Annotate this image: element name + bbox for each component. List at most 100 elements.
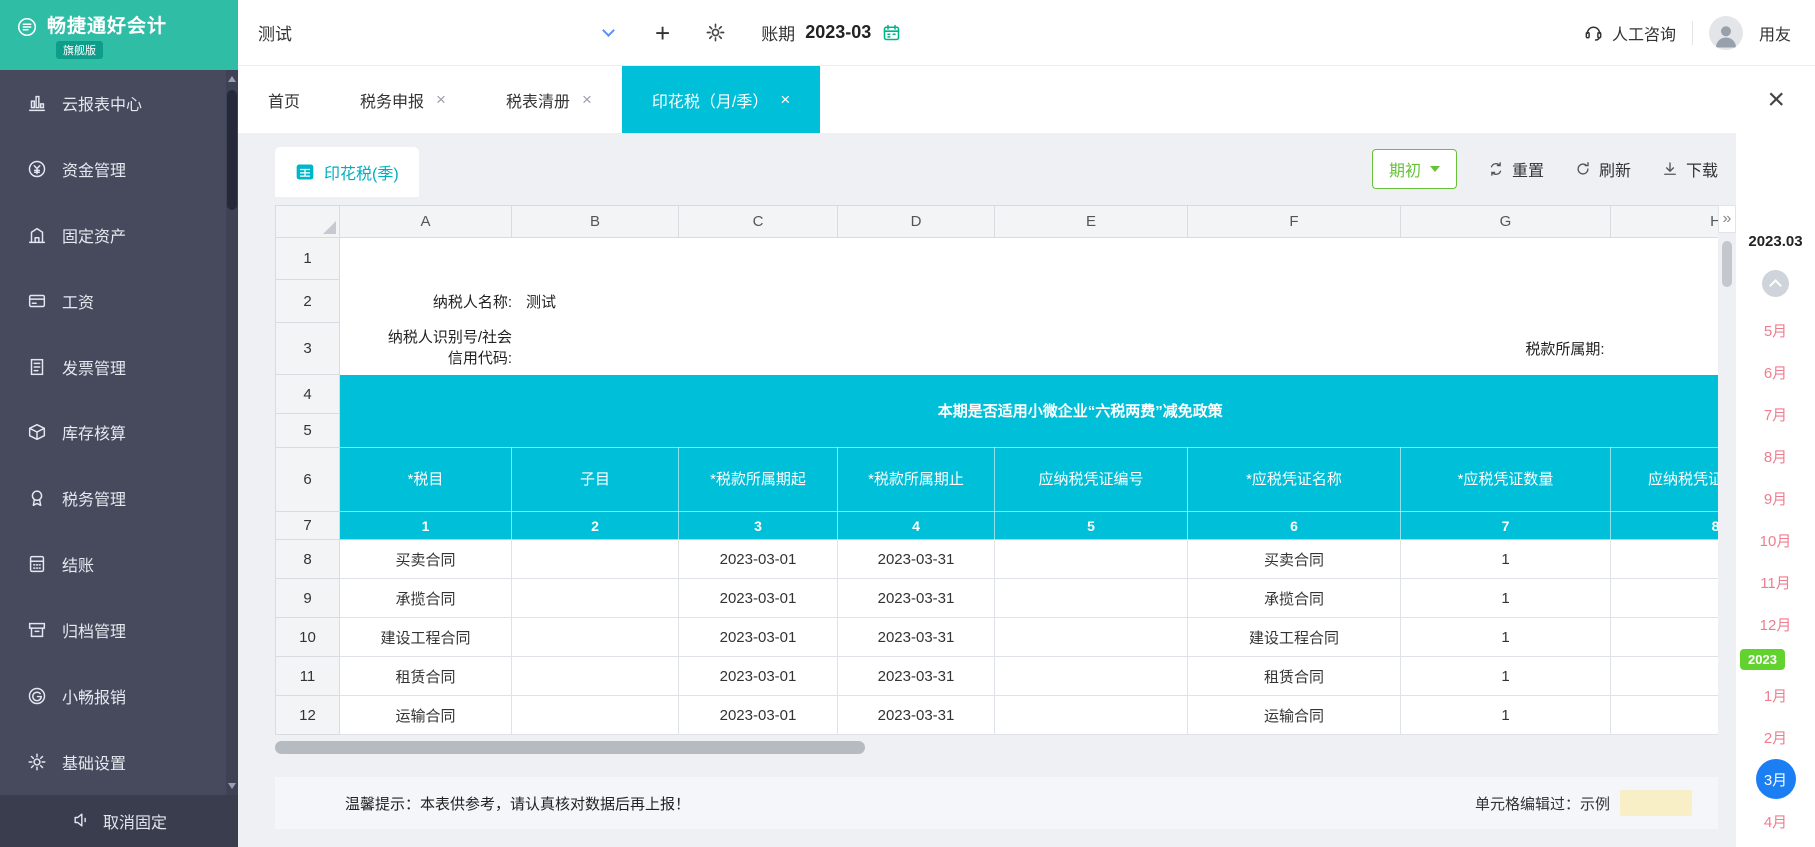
expand-icon[interactable]: » [1718, 205, 1736, 233]
row-header[interactable]: 4 [275, 374, 340, 414]
cell[interactable] [994, 539, 1188, 579]
cell[interactable] [511, 617, 679, 657]
month-item[interactable]: 9月 [1736, 477, 1815, 519]
cell[interactable] [994, 656, 1188, 696]
row-header[interactable]: 6 [275, 447, 340, 512]
row-header[interactable]: 8 [275, 539, 340, 579]
avatar[interactable] [1708, 15, 1743, 50]
row-header[interactable]: 11 [275, 656, 340, 696]
sidebar-item-cloud-report[interactable]: 云报表中心 [0, 70, 238, 136]
sidebar-item-archive[interactable]: 归档管理 [0, 597, 238, 663]
row-header[interactable]: 1 [275, 237, 340, 280]
row-header[interactable]: 7 [275, 511, 340, 540]
tab-stamp-tax[interactable]: 印花税（月/季） × [621, 66, 821, 133]
column-header[interactable]: G [1400, 205, 1611, 238]
number-cell[interactable]: 7 [1400, 511, 1611, 540]
close-icon[interactable]: × [582, 90, 592, 110]
header-cell[interactable]: 子目 [511, 447, 679, 512]
sidebar-item-closing[interactable]: 结账 [0, 531, 238, 597]
sidebar-item-invoice[interactable]: 发票管理 [0, 334, 238, 400]
close-icon[interactable]: × [436, 90, 446, 110]
number-cell[interactable]: 4 [837, 511, 995, 540]
month-item[interactable]: 5月 [1736, 309, 1815, 351]
sidebar-scrollbar[interactable] [226, 70, 238, 795]
month-item[interactable]: 7月 [1736, 393, 1815, 435]
column-header[interactable]: B [511, 205, 679, 238]
sidebar-item-salary[interactable]: 工资 [0, 268, 238, 334]
row-header[interactable]: 5 [275, 413, 340, 448]
column-header[interactable]: A [339, 205, 512, 238]
cell[interactable]: 1 [1400, 539, 1611, 579]
cell[interactable] [994, 695, 1188, 735]
scroll-up-icon[interactable] [228, 76, 236, 82]
cell[interactable]: 1 [1400, 617, 1611, 657]
cell[interactable]: 2023-03-01 [678, 695, 838, 735]
row-header[interactable]: 9 [275, 578, 340, 618]
cell[interactable]: 1 [1400, 656, 1611, 696]
month-item[interactable]: 11月 [1736, 561, 1815, 603]
taxpayer-name-value[interactable]: 测试 [526, 291, 556, 312]
cell[interactable]: 2023-03-01 [678, 617, 838, 657]
column-header[interactable]: F [1187, 205, 1401, 238]
scrollbar-thumb[interactable] [227, 90, 237, 210]
cell[interactable]: 承揽合同 [339, 578, 512, 618]
cell[interactable]: 运输合同 [339, 695, 512, 735]
cell[interactable] [511, 656, 679, 696]
qichu-button[interactable]: 期初 [1371, 149, 1457, 189]
select-all-corner[interactable] [275, 205, 340, 238]
sidebar-item-settings[interactable]: 基础设置 [0, 729, 238, 795]
cell[interactable]: 建设工程合同 [339, 617, 512, 657]
column-header[interactable]: D [837, 205, 995, 238]
cell[interactable]: 1 [1400, 695, 1611, 735]
cell[interactable]: 2023-03-31 [837, 578, 995, 618]
cell[interactable] [511, 578, 679, 618]
horizontal-scrollbar-thumb[interactable] [275, 741, 865, 754]
cell[interactable] [1610, 578, 1718, 618]
number-cell[interactable]: 1 [339, 511, 512, 540]
month-item[interactable]: 8月 [1736, 435, 1815, 477]
tab-home[interactable]: 首页 [238, 66, 330, 133]
number-cell[interactable]: 8 [1610, 511, 1718, 540]
cell[interactable]: 租赁合同 [1187, 656, 1401, 696]
column-header[interactable]: C [678, 205, 838, 238]
header-cell[interactable]: *应税凭证数量 [1400, 447, 1611, 512]
month-item[interactable]: 12月 [1736, 603, 1815, 645]
header-cell[interactable]: *税款所属期起 [678, 447, 838, 512]
month-item-active[interactable]: 3月 [1736, 758, 1815, 800]
cell[interactable] [511, 539, 679, 579]
cell[interactable]: 2023-03-01 [678, 539, 838, 579]
column-header[interactable]: H [1610, 205, 1718, 238]
cell[interactable]: 2023-03-01 [678, 578, 838, 618]
cell[interactable]: 2023-03-31 [837, 617, 995, 657]
policy-banner-cell[interactable]: 本期是否适用小微企业“六税两费”减免政策 [339, 374, 1718, 448]
cell[interactable] [511, 695, 679, 735]
subtab-stamp-tax-quarter[interactable]: 印花税(季) [275, 147, 419, 197]
cell[interactable]: 2023-03-31 [837, 656, 995, 696]
number-cell[interactable]: 5 [994, 511, 1188, 540]
month-item[interactable]: 1月 [1736, 674, 1815, 716]
sidebar-item-tax[interactable]: 税务管理 [0, 465, 238, 531]
cell[interactable] [1610, 656, 1718, 696]
cell[interactable] [1610, 617, 1718, 657]
header-cell[interactable]: *应税凭证名称 [1187, 447, 1401, 512]
vertical-scrollbar[interactable] [1722, 241, 1732, 287]
cell[interactable] [1610, 539, 1718, 579]
header-cell[interactable]: 应纳税凭证（领受） [1610, 447, 1718, 512]
sidebar-item-fixed-asset[interactable]: 固定资产 [0, 202, 238, 268]
row-header[interactable]: 3 [275, 322, 340, 375]
cell[interactable]: 承揽合同 [1187, 578, 1401, 618]
download-button[interactable]: 下载 [1661, 157, 1718, 181]
sidebar-item-inventory[interactable]: 库存核算 [0, 400, 238, 466]
consult-button[interactable]: 人工咨询 [1583, 21, 1676, 45]
header-cell[interactable]: *税目 [339, 447, 512, 512]
cell[interactable] [1610, 695, 1718, 735]
sidebar-item-fund[interactable]: 资金管理 [0, 136, 238, 202]
period-picker[interactable]: 账期 2023-03 [761, 20, 902, 45]
refresh-button[interactable]: 刷新 [1574, 157, 1631, 181]
cell[interactable]: 运输合同 [1187, 695, 1401, 735]
cell[interactable]: 买卖合同 [1187, 539, 1401, 579]
tab-tax-declare[interactable]: 税务申报 × [330, 66, 476, 133]
scroll-down-icon[interactable] [228, 783, 236, 789]
cell[interactable]: 1 [1400, 578, 1611, 618]
number-cell[interactable]: 2 [511, 511, 679, 540]
